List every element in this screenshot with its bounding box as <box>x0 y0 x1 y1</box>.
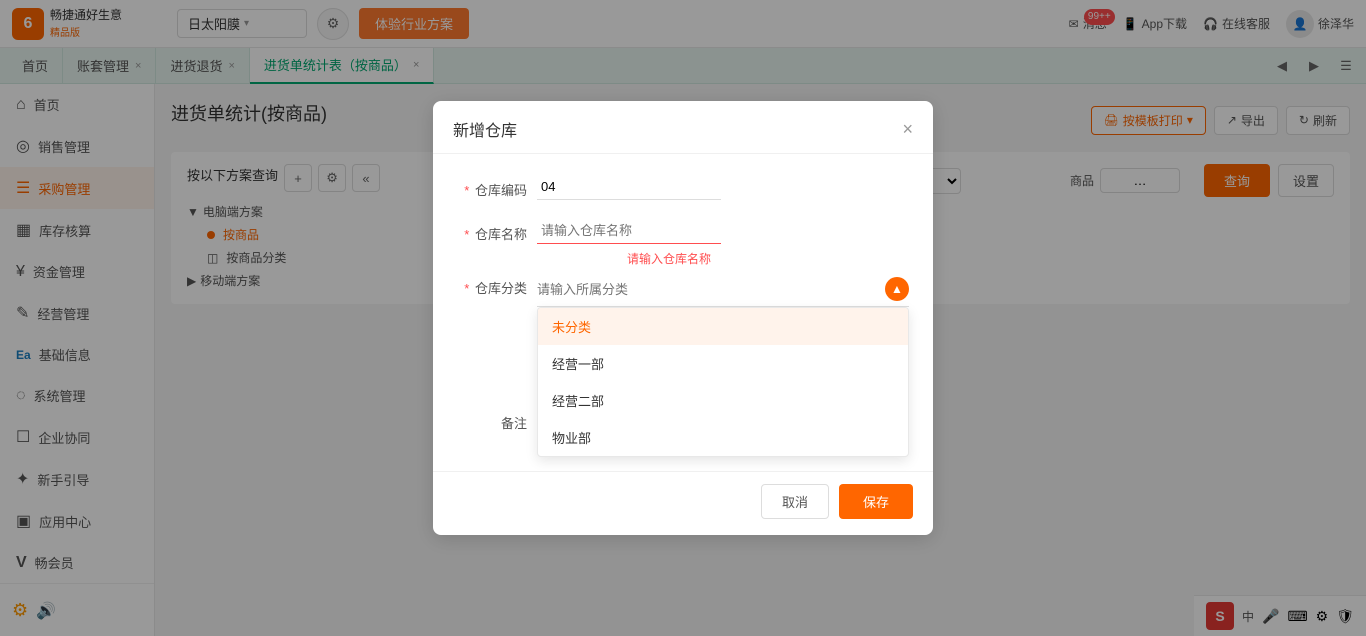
modal-header: 新增仓库 × <box>433 101 933 154</box>
form-row-category: * 仓库分类 ▲ 未分类 经营一部 经营二部 物业部 <box>457 272 909 307</box>
category-option-unclassified[interactable]: 未分类 <box>538 308 908 345</box>
category-dropdown-toggle[interactable]: ▲ <box>885 277 909 301</box>
category-option-property[interactable]: 物业部 <box>538 419 908 456</box>
form-row-name: * 仓库名称 请输入仓库名称 <box>457 218 909 244</box>
category-field: ▲ <box>537 272 909 307</box>
modal-body: * 仓库编码 * 仓库名称 请输入仓库名称 <box>433 154 933 471</box>
category-dropdown-list: 未分类 经营一部 经营二部 物业部 <box>537 307 909 457</box>
modal-footer: 取消 保存 <box>433 471 933 535</box>
modal-overlay: 新增仓库 × * 仓库编码 * 仓库名称 <box>0 0 1366 636</box>
category-label: * 仓库分类 <box>457 272 537 297</box>
code-input[interactable] <box>537 174 721 200</box>
category-option-dept2[interactable]: 经营二部 <box>538 382 908 419</box>
category-input[interactable] <box>537 282 885 297</box>
add-warehouse-modal: 新增仓库 × * 仓库编码 * 仓库名称 <box>433 101 933 535</box>
modal-close-button[interactable]: × <box>902 120 913 138</box>
modal-title: 新增仓库 <box>453 117 517 141</box>
form-row-code: * 仓库编码 <box>457 174 909 200</box>
save-button[interactable]: 保存 <box>839 484 913 519</box>
name-input-wrapper: 请输入仓库名称 <box>537 218 909 244</box>
cancel-button[interactable]: 取消 <box>761 484 829 519</box>
code-input-wrapper <box>537 174 909 200</box>
name-label: * 仓库名称 <box>457 218 537 243</box>
code-label: * 仓库编码 <box>457 174 537 199</box>
category-option-dept1[interactable]: 经营一部 <box>538 345 908 382</box>
name-input[interactable] <box>537 218 721 244</box>
note-label: 备注 <box>457 407 537 432</box>
name-error-msg: 请输入仓库名称 <box>627 250 711 267</box>
